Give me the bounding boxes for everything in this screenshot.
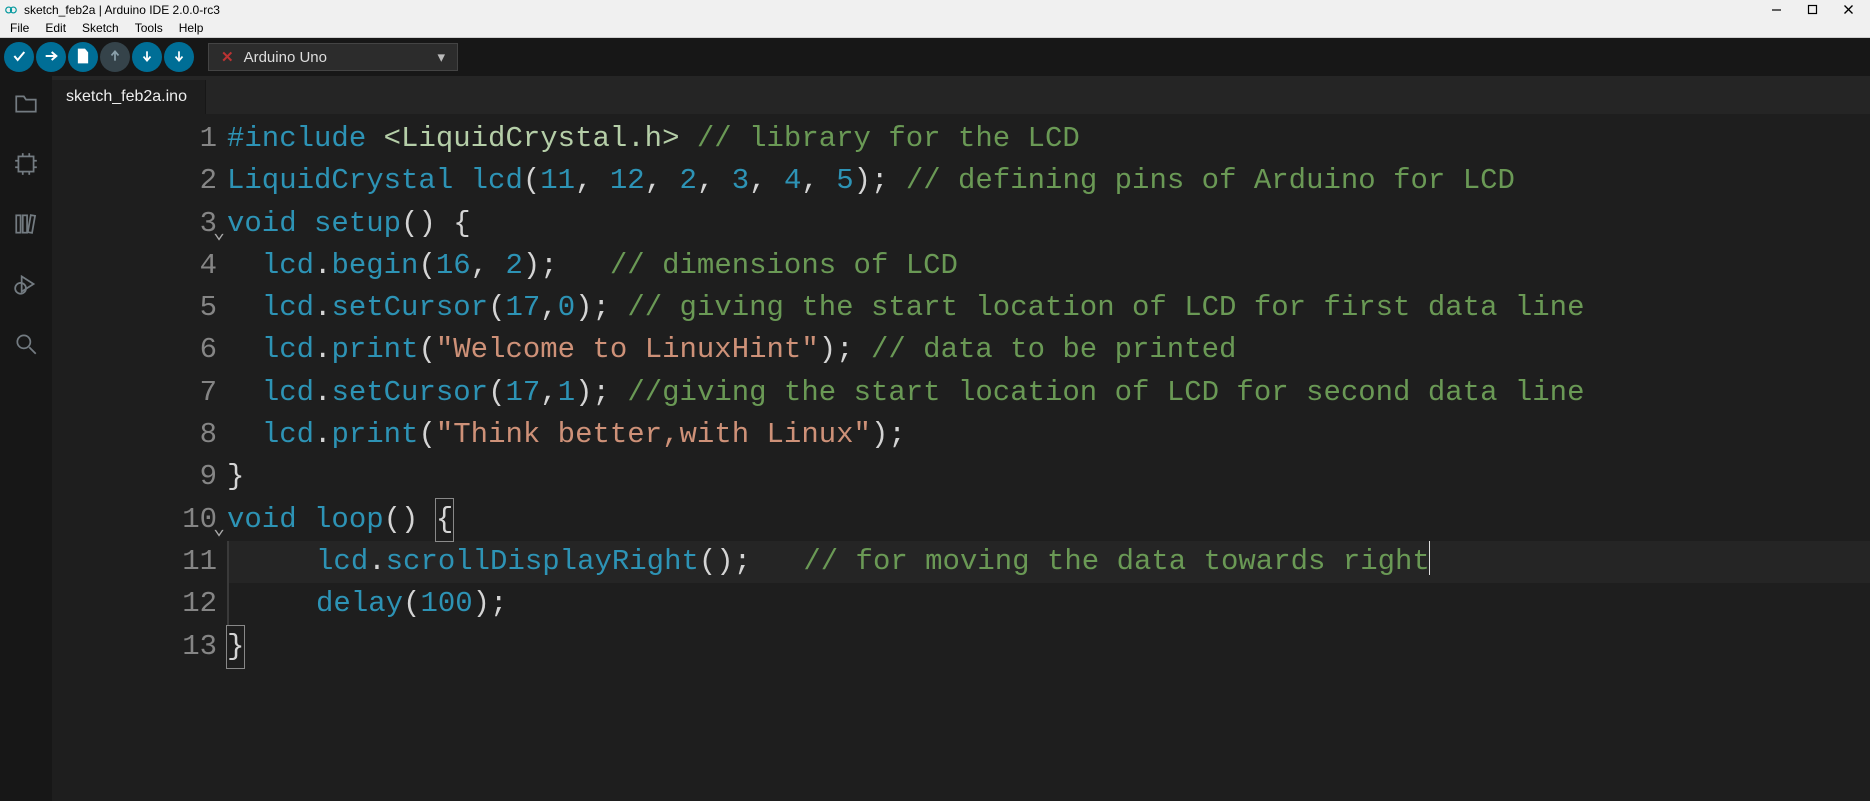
code-editor[interactable]: 123⌄45678910⌄111213 #include <LiquidCrys…: [52, 114, 1870, 801]
library-manager-icon[interactable]: [12, 210, 40, 238]
code-line[interactable]: lcd.scrollDisplayRight(); // for moving …: [227, 541, 1870, 583]
line-number: 3⌄: [52, 203, 217, 245]
code-line[interactable]: }: [227, 626, 1870, 668]
menu-tools[interactable]: Tools: [127, 20, 171, 36]
check-icon: [11, 48, 27, 67]
board-name: Arduino Uno: [244, 49, 428, 66]
board-selector[interactable]: ✕ Arduino Uno ▾: [208, 43, 458, 71]
line-number: 1: [52, 118, 217, 160]
menu-edit[interactable]: Edit: [37, 20, 74, 36]
arrow-right-icon: [43, 48, 59, 67]
file-icon: [76, 48, 90, 67]
toolbar: ✕ Arduino Uno ▾: [0, 38, 1870, 76]
menu-help[interactable]: Help: [171, 20, 212, 36]
window-title-text: sketch_feb2a | Arduino IDE 2.0.0-rc3: [24, 3, 220, 17]
menu-file[interactable]: File: [2, 20, 37, 36]
activity-bar: [0, 76, 52, 801]
debug-icon[interactable]: [12, 270, 40, 298]
window-minimize-button[interactable]: [1758, 0, 1794, 19]
window-titlebar: sketch_feb2a | Arduino IDE 2.0.0-rc3: [0, 0, 1870, 19]
code-line[interactable]: lcd.begin(16, 2); // dimensions of LCD: [227, 245, 1870, 287]
new-sketch-button[interactable]: [68, 42, 98, 72]
code-line[interactable]: }: [227, 456, 1870, 498]
verify-button[interactable]: [4, 42, 34, 72]
line-number: 10⌄: [52, 499, 217, 541]
arrow-down-alt-icon: [172, 48, 186, 67]
code-line[interactable]: lcd.print("Welcome to LinuxHint"); // da…: [227, 329, 1870, 371]
upload-button[interactable]: [36, 42, 66, 72]
line-number: 7: [52, 372, 217, 414]
code-line[interactable]: delay(100);: [227, 583, 1870, 625]
menubar: FileEditSketchToolsHelp: [0, 19, 1870, 38]
code-line[interactable]: #include <LiquidCrystal.h> // library fo…: [227, 118, 1870, 160]
editor-tabbar: sketch_feb2a.ino: [52, 76, 1870, 114]
line-number: 12: [52, 583, 217, 625]
code-line[interactable]: lcd.print("Think better,with Linux");: [227, 414, 1870, 456]
line-number: 8: [52, 414, 217, 456]
line-number-gutter: 123⌄45678910⌄111213: [52, 118, 227, 801]
text-cursor: [1429, 541, 1430, 575]
code-line[interactable]: LiquidCrystal lcd(11, 12, 2, 3, 4, 5); /…: [227, 160, 1870, 202]
code-line[interactable]: void setup() {: [227, 203, 1870, 245]
line-number: 13: [52, 626, 217, 668]
line-number: 4: [52, 245, 217, 287]
arrow-down-icon: [140, 48, 154, 67]
line-number: 6: [52, 329, 217, 371]
chevron-down-icon: ▾: [437, 48, 445, 66]
fold-chevron-icon[interactable]: ⌄: [205, 213, 225, 233]
line-number: 9: [52, 456, 217, 498]
open-button[interactable]: [100, 42, 130, 72]
window-maximize-button[interactable]: [1794, 0, 1830, 19]
line-number: 11: [52, 541, 217, 583]
window-close-button[interactable]: [1830, 0, 1866, 19]
save-button[interactable]: [132, 42, 162, 72]
serial-plot-button[interactable]: [164, 42, 194, 72]
menu-sketch[interactable]: Sketch: [74, 20, 127, 36]
code-line[interactable]: lcd.setCursor(17,1); //giving the start …: [227, 372, 1870, 414]
arduino-logo-icon: [4, 3, 18, 17]
code-area[interactable]: #include <LiquidCrystal.h> // library fo…: [227, 118, 1870, 801]
arrow-up-icon: [108, 48, 122, 67]
fold-chevron-icon[interactable]: ⌄: [205, 509, 225, 529]
code-line[interactable]: void loop() {: [227, 499, 1870, 541]
explorer-icon[interactable]: [12, 90, 40, 118]
code-line[interactable]: lcd.setCursor(17,0); // giving the start…: [227, 287, 1870, 329]
editor-tab[interactable]: sketch_feb2a.ino: [52, 80, 206, 114]
line-number: 5: [52, 287, 217, 329]
search-icon[interactable]: [12, 330, 40, 358]
line-number: 2: [52, 160, 217, 202]
board-status-icon: ✕: [221, 48, 234, 66]
boards-manager-icon[interactable]: [12, 150, 40, 178]
